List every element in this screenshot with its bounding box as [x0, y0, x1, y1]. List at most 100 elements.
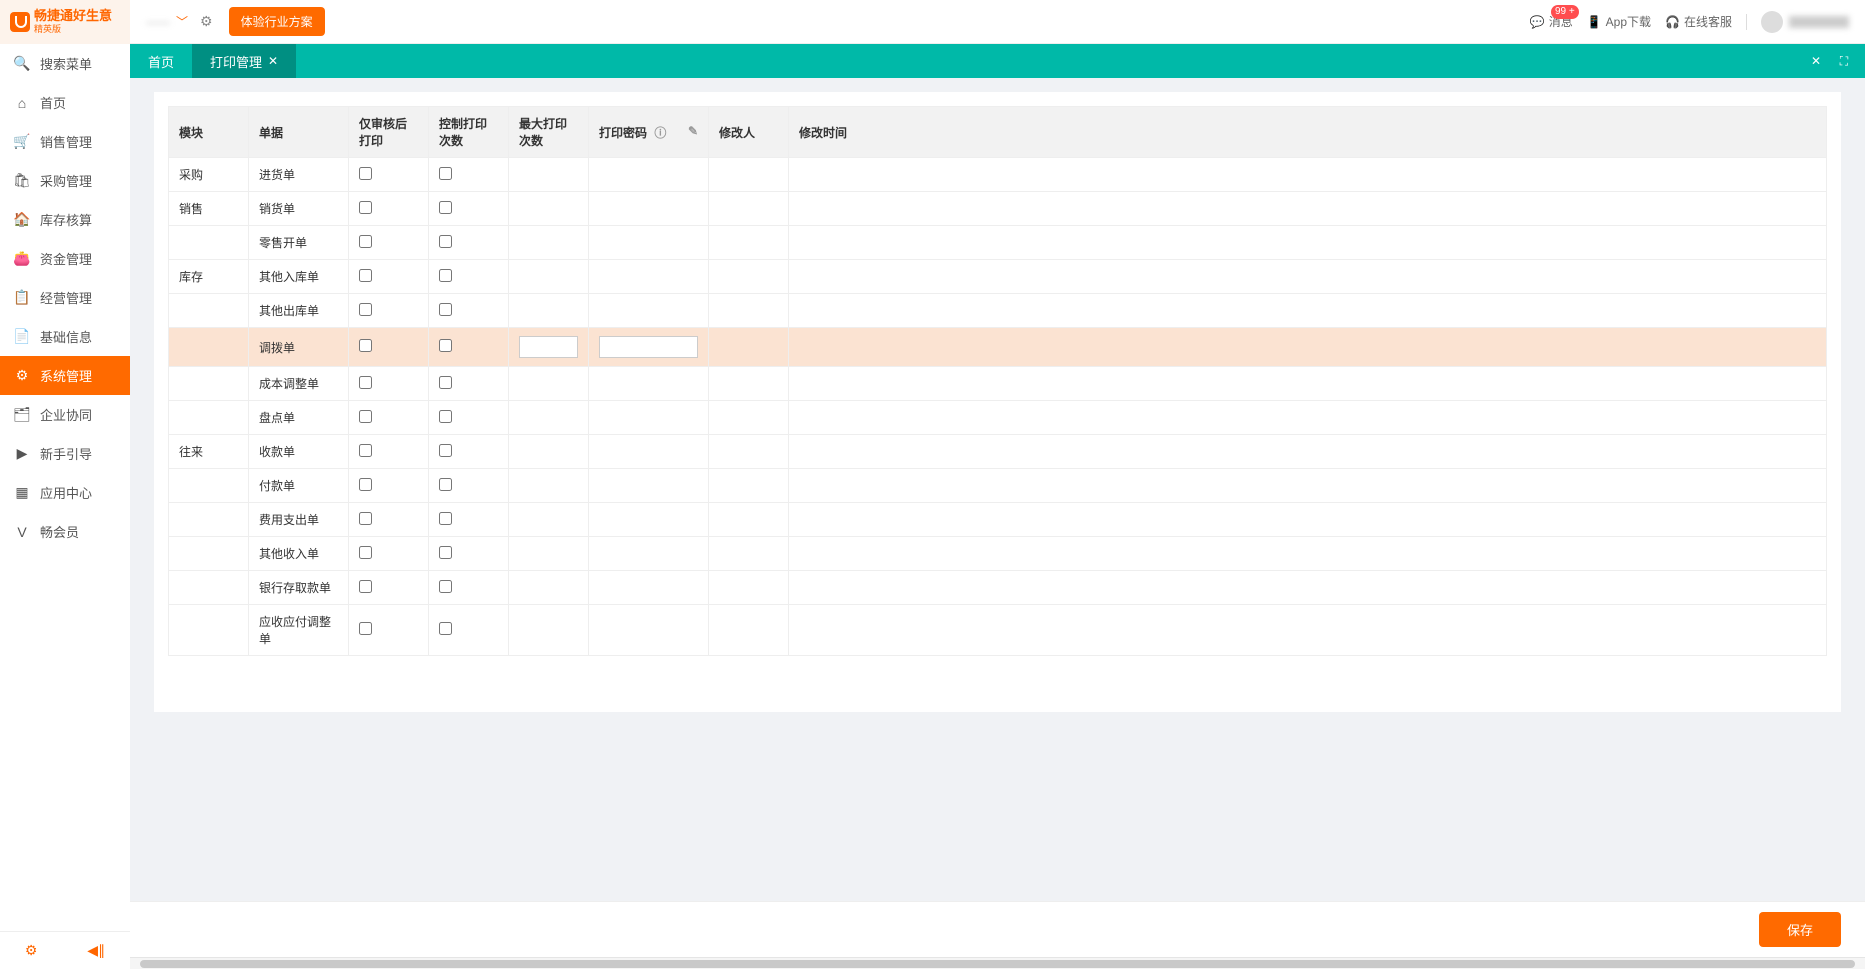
limit-count-checkbox[interactable] — [439, 444, 452, 457]
cell-edit-time — [789, 328, 1827, 367]
cell-module — [169, 401, 249, 435]
table-row: 盘点单 — [169, 401, 1827, 435]
cell-audit-only — [349, 367, 429, 401]
brand-logo[interactable]: 畅捷通好生意 精英版 — [0, 0, 130, 44]
cell-limit-count — [429, 537, 509, 571]
audit-only-checkbox[interactable] — [359, 201, 372, 214]
sidebar-item-9[interactable]: 🗂企业协同 — [0, 395, 130, 434]
audit-only-checkbox[interactable] — [359, 339, 372, 352]
audit-only-checkbox[interactable] — [359, 303, 372, 316]
cell-limit-count — [429, 503, 509, 537]
messages-button[interactable]: 💬 消息 99 + — [1530, 13, 1573, 30]
limit-count-checkbox[interactable] — [439, 201, 452, 214]
cell-password — [589, 158, 709, 192]
audit-only-checkbox[interactable] — [359, 269, 372, 282]
sidebar-collapse-icon[interactable]: ◀∥ — [87, 942, 105, 959]
limit-count-checkbox[interactable] — [439, 622, 452, 635]
limit-count-checkbox[interactable] — [439, 546, 452, 559]
limit-count-checkbox[interactable] — [439, 410, 452, 423]
sidebar-item-1[interactable]: ⌂首页 — [0, 83, 130, 122]
password-input[interactable] — [599, 336, 698, 358]
audit-only-checkbox[interactable] — [359, 167, 372, 180]
cell-editor — [709, 192, 789, 226]
limit-count-checkbox[interactable] — [439, 303, 452, 316]
audit-only-checkbox[interactable] — [359, 622, 372, 635]
user-menu[interactable] — [1761, 11, 1849, 33]
chevron-down-icon: ﹀ — [176, 13, 188, 30]
org-selector[interactable]: —— ﹀ — [146, 13, 188, 30]
sidebar-item-0[interactable]: 🔍搜索菜单 — [0, 44, 130, 83]
table-row: 调拨单 — [169, 328, 1827, 367]
audit-only-checkbox[interactable] — [359, 478, 372, 491]
sidebar-item-8[interactable]: ⚙系统管理 — [0, 356, 130, 395]
edit-icon[interactable]: ✎ — [688, 124, 698, 138]
cell-max-count — [509, 367, 589, 401]
table-row: 其他收入单 — [169, 537, 1827, 571]
print-settings-panel: 模块 单据 仅审核后打印 控制打印次数 最大打印次数 打印密码 ⓘ ✎ — [154, 92, 1841, 712]
sidebar-item-10[interactable]: ▶新手引导 — [0, 434, 130, 473]
cell-audit-only — [349, 294, 429, 328]
cell-doc: 其他入库单 — [249, 260, 349, 294]
sidebar-item-11[interactable]: ▦应用中心 — [0, 473, 130, 512]
limit-count-checkbox[interactable] — [439, 269, 452, 282]
username — [1789, 16, 1849, 28]
sidebar-item-label: 搜索菜单 — [40, 54, 92, 73]
cell-limit-count — [429, 158, 509, 192]
cell-module — [169, 469, 249, 503]
gear-icon[interactable]: ⚙ — [200, 13, 213, 30]
limit-count-checkbox[interactable] — [439, 339, 452, 352]
cell-limit-count — [429, 469, 509, 503]
audit-only-checkbox[interactable] — [359, 235, 372, 248]
max-count-input[interactable] — [519, 336, 578, 358]
limit-count-checkbox[interactable] — [439, 376, 452, 389]
audit-only-checkbox[interactable] — [359, 376, 372, 389]
sidebar-item-label: 企业协同 — [40, 405, 92, 424]
help-icon[interactable]: ⓘ — [654, 126, 666, 140]
sidebar-item-5[interactable]: 👛资金管理 — [0, 239, 130, 278]
limit-count-checkbox[interactable] — [439, 235, 452, 248]
audit-only-checkbox[interactable] — [359, 546, 372, 559]
app-download-label: App下载 — [1606, 13, 1651, 30]
limit-count-checkbox[interactable] — [439, 580, 452, 593]
sidebar-item-4[interactable]: 🏠库存核算 — [0, 200, 130, 239]
col-editor: 修改人 — [709, 107, 789, 158]
sidebar-item-6[interactable]: 📋经营管理 — [0, 278, 130, 317]
audit-only-checkbox[interactable] — [359, 512, 372, 525]
app-download-button[interactable]: 📱 App下载 — [1587, 13, 1651, 30]
cell-edit-time — [789, 294, 1827, 328]
cell-edit-time — [789, 192, 1827, 226]
audit-only-checkbox[interactable] — [359, 410, 372, 423]
sidebar-item-7[interactable]: 📄基础信息 — [0, 317, 130, 356]
cell-doc: 销货单 — [249, 192, 349, 226]
sidebar-item-12[interactable]: V畅会员 — [0, 512, 130, 551]
audit-only-checkbox[interactable] — [359, 580, 372, 593]
tab-1[interactable]: 打印管理✕ — [192, 44, 296, 78]
horizontal-scrollbar[interactable] — [130, 957, 1865, 969]
main: 首页打印管理✕ ✕ ⛶ 模块 单据 仅审核后打印 控制打印次数 — [130, 44, 1865, 969]
online-service-button[interactable]: 🎧 在线客服 — [1665, 13, 1732, 30]
sidebar-item-2[interactable]: 🛒销售管理 — [0, 122, 130, 161]
cell-password — [589, 192, 709, 226]
sidebar-item-icon: V — [14, 524, 30, 540]
fullscreen-icon[interactable]: ⛶ — [1831, 48, 1857, 74]
cell-editor — [709, 571, 789, 605]
cell-max-count — [509, 328, 589, 367]
cell-max-count — [509, 571, 589, 605]
sidebar-item-3[interactable]: 🛍采购管理 — [0, 161, 130, 200]
tab-0[interactable]: 首页 — [130, 44, 192, 78]
save-button[interactable]: 保存 — [1759, 912, 1841, 947]
cell-password — [589, 401, 709, 435]
audit-only-checkbox[interactable] — [359, 444, 372, 457]
cell-max-count — [509, 294, 589, 328]
industry-plan-button[interactable]: 体验行业方案 — [229, 7, 325, 36]
cell-password — [589, 503, 709, 537]
cell-max-count — [509, 435, 589, 469]
limit-count-checkbox[interactable] — [439, 167, 452, 180]
tab-close-icon[interactable]: ✕ — [268, 54, 278, 68]
table-row: 应收应付调整单 — [169, 605, 1827, 656]
tab-close-all-icon[interactable]: ✕ — [1803, 48, 1829, 74]
limit-count-checkbox[interactable] — [439, 478, 452, 491]
limit-count-checkbox[interactable] — [439, 512, 452, 525]
sidebar-item-icon: 🏠 — [14, 212, 30, 228]
sidebar-settings-icon[interactable]: ⚙ — [25, 942, 38, 959]
